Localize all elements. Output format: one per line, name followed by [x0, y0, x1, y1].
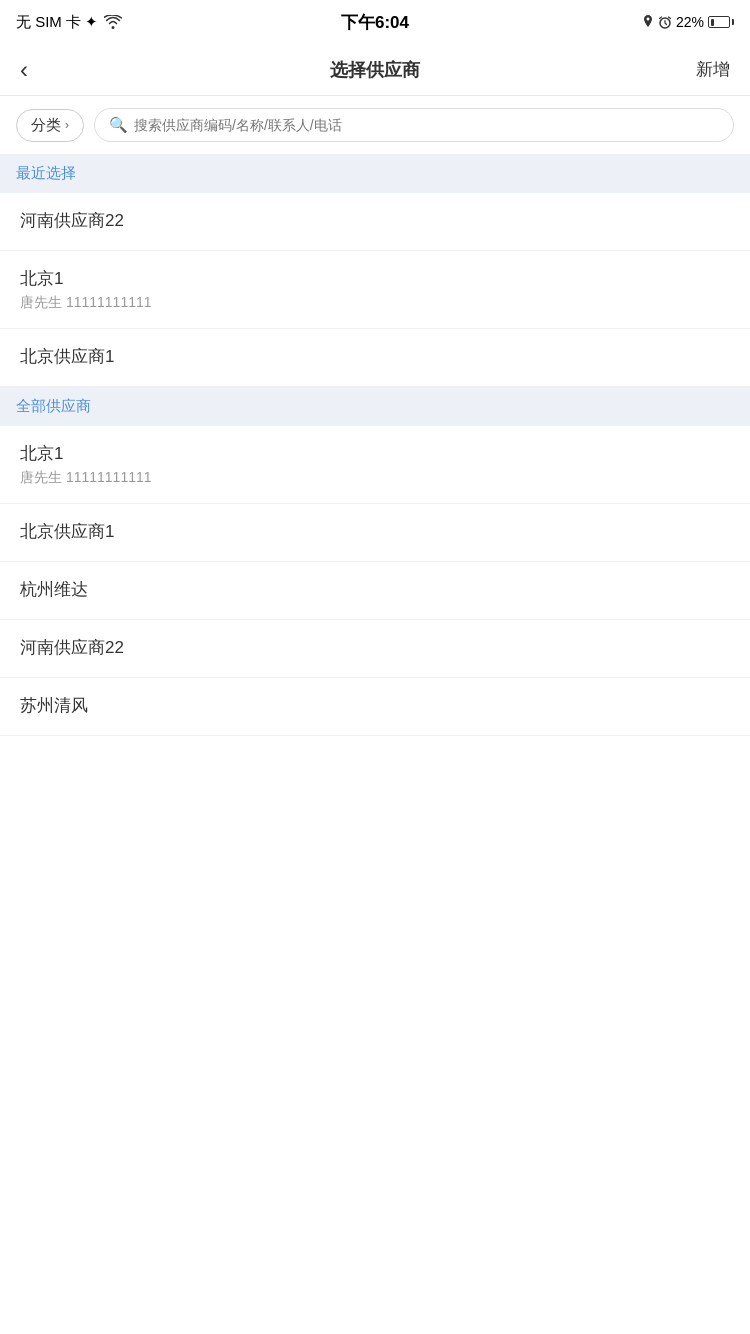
status-right: 22%	[642, 14, 734, 30]
battery-icon	[708, 16, 734, 28]
recent-section-header: 最近选择	[0, 154, 750, 193]
supplier-name: 杭州维达	[20, 578, 730, 601]
location-icon	[642, 15, 654, 29]
supplier-name: 北京供应商1	[20, 520, 730, 543]
supplier-name: 北京供应商1	[20, 345, 730, 368]
supplier-name: 河南供应商22	[20, 636, 730, 659]
status-time: 下午6:04	[341, 11, 409, 34]
wifi-icon	[104, 15, 122, 29]
chevron-right-icon: ›	[65, 118, 69, 132]
search-icon: 🔍	[109, 116, 128, 134]
sim-label: 无 SIM 卡 ✦	[16, 13, 98, 32]
all-section-header: 全部供应商	[0, 387, 750, 426]
list-item[interactable]: 北京供应商1	[0, 504, 750, 562]
status-bar: 无 SIM 卡 ✦ 下午6:04 22%	[0, 0, 750, 44]
status-left: 无 SIM 卡 ✦	[16, 13, 122, 32]
supplier-name: 苏州清风	[20, 694, 730, 717]
list-item[interactable]: 河南供应商22	[0, 620, 750, 678]
category-label: 分类	[31, 116, 61, 135]
page-title: 选择供应商	[330, 58, 420, 82]
filter-bar: 分类 › 🔍	[0, 96, 750, 154]
back-button[interactable]: ‹	[20, 58, 28, 82]
supplier-name: 北京1	[20, 267, 730, 290]
category-filter[interactable]: 分类 ›	[16, 109, 84, 142]
search-input[interactable]	[134, 117, 719, 133]
supplier-name: 北京1	[20, 442, 730, 465]
list-item[interactable]: 杭州维达	[0, 562, 750, 620]
add-button[interactable]: 新增	[696, 58, 730, 81]
supplier-name: 河南供应商22	[20, 209, 730, 232]
recent-list: 河南供应商22 北京1 唐先生 11111111111 北京供应商1	[0, 193, 750, 387]
supplier-sub: 唐先生 11111111111	[20, 294, 730, 312]
list-item[interactable]: 北京1 唐先生 11111111111	[0, 426, 750, 504]
search-box[interactable]: 🔍	[94, 108, 734, 142]
list-item[interactable]: 苏州清风	[0, 678, 750, 736]
supplier-sub: 唐先生 11111111111	[20, 469, 730, 487]
list-item[interactable]: 北京供应商1	[0, 329, 750, 387]
alarm-icon	[658, 15, 672, 29]
nav-bar: ‹ 选择供应商 新增	[0, 44, 750, 96]
all-list: 北京1 唐先生 11111111111 北京供应商1 杭州维达河南供应商22 苏州清风	[0, 426, 750, 736]
list-item[interactable]: 北京1 唐先生 11111111111	[0, 251, 750, 329]
list-item[interactable]: 河南供应商22	[0, 193, 750, 251]
battery-percent: 22%	[676, 14, 704, 30]
